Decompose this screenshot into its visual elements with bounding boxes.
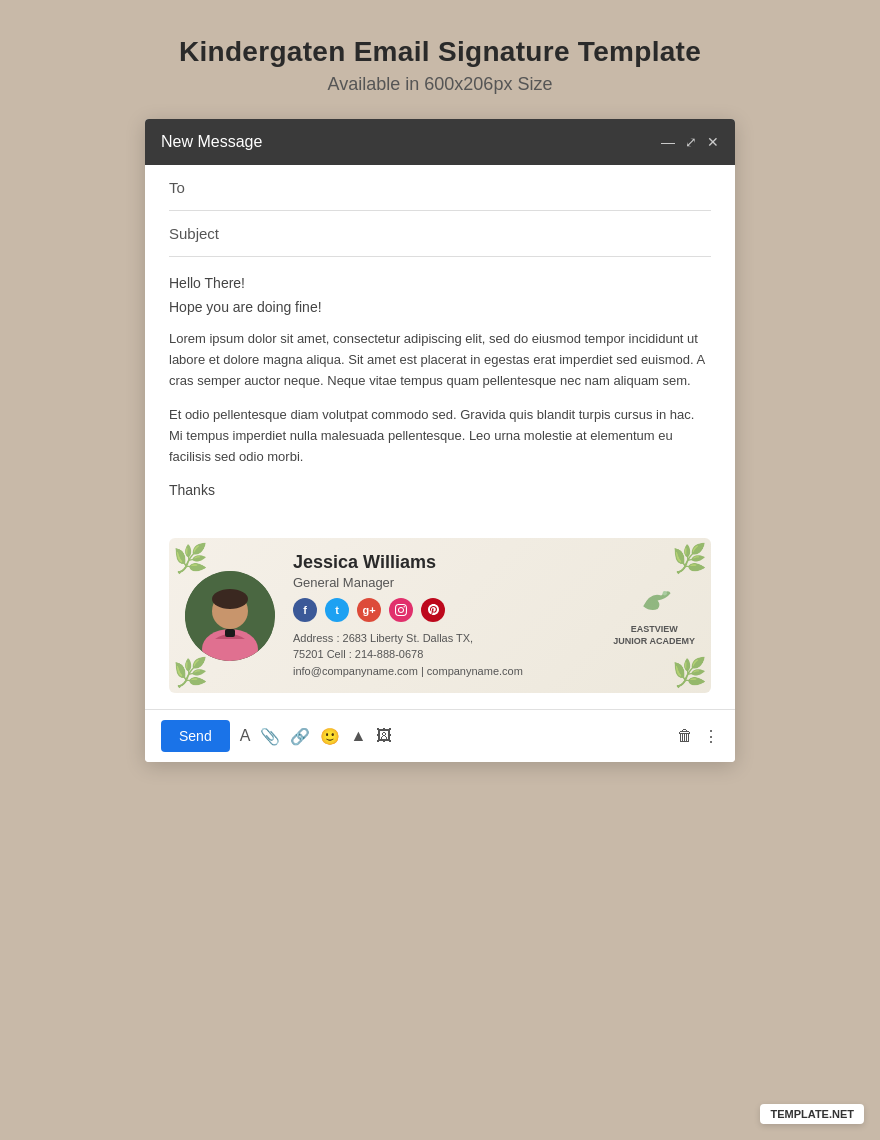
drive-icon[interactable]: ▲	[350, 727, 366, 745]
instagram-icon[interactable]	[389, 598, 413, 622]
page-subtitle: Available in 600x206px Size	[179, 74, 701, 95]
link-icon[interactable]: 🔗	[290, 727, 310, 746]
attach-file-icon[interactable]: 📎	[260, 727, 280, 746]
googleplus-icon[interactable]: g+	[357, 598, 381, 622]
bird-icon	[613, 584, 695, 620]
signature-info: Jessica Williams General Manager f t g+	[293, 552, 603, 680]
send-button[interactable]: Send	[161, 720, 230, 752]
template-badge: TEMPLATE.NET	[760, 1104, 864, 1124]
signature-logo-area: EASTVIEWJUNIOR ACADEMY	[613, 584, 695, 647]
subject-label: Subject	[169, 225, 219, 242]
format-text-icon[interactable]: A	[240, 727, 251, 745]
delete-icon[interactable]: 🗑	[677, 727, 693, 745]
address-line1: Address : 2683 Liberty St. Dallas TX,	[293, 632, 473, 644]
decor-top-left-icon: 🌿	[173, 542, 208, 575]
close-icon[interactable]: ✕	[707, 135, 719, 149]
signature-photo	[185, 571, 275, 661]
twitter-icon[interactable]: t	[325, 598, 349, 622]
email-paragraph1: Lorem ipsum dolor sit amet, consectetur …	[169, 329, 711, 391]
svg-point-5	[663, 591, 667, 595]
svg-rect-4	[225, 629, 235, 637]
minimize-icon[interactable]: —	[661, 135, 675, 149]
email-body: To Subject Hello There! Hope you are doi…	[145, 165, 735, 693]
address-line2: 75201 Cell : 214-888-0678	[293, 648, 423, 660]
email-titlebar-title: New Message	[161, 133, 262, 151]
signature-job-title: General Manager	[293, 575, 603, 590]
email-subgreeting: Hope you are doing fine!	[169, 299, 711, 315]
toolbar-right: 🗑 ⋮	[677, 727, 719, 746]
signature-address: Address : 2683 Liberty St. Dallas TX, 75…	[293, 630, 603, 680]
pinterest-icon[interactable]	[421, 598, 445, 622]
subject-field[interactable]: Subject	[169, 211, 711, 257]
maximize-icon[interactable]: ⤢	[685, 135, 697, 149]
signature-name: Jessica Williams	[293, 552, 603, 573]
sig-logo-label: EASTVIEWJUNIOR ACADEMY	[613, 624, 695, 647]
email-window: New Message — ⤢ ✕ To Subject Hello There…	[145, 119, 735, 762]
emoji-icon[interactable]: 🙂	[320, 727, 340, 746]
decor-bottom-right-icon: 🌿	[672, 656, 707, 689]
email-paragraph2: Et odio pellentesque diam volutpat commo…	[169, 405, 711, 467]
decor-top-right-icon: 🌿	[672, 542, 707, 575]
email-greeting: Hello There!	[169, 275, 711, 291]
decor-bottom-left-icon: 🌿	[173, 656, 208, 689]
to-field[interactable]: To	[169, 165, 711, 211]
signature-banner: 🌿 🌿 🌿 🌿	[169, 538, 711, 694]
email-toolbar: Send A 📎 🔗 🙂 ▲ 🖼 🗑 ⋮	[145, 709, 735, 762]
toolbar-left: Send A 📎 🔗 🙂 ▲ 🖼	[161, 720, 392, 752]
image-icon[interactable]: 🖼	[376, 727, 392, 745]
page-title: Kindergaten Email Signature Template	[179, 36, 701, 68]
more-options-icon[interactable]: ⋮	[703, 727, 719, 746]
page-header: Kindergaten Email Signature Template Ava…	[159, 0, 721, 119]
facebook-icon[interactable]: f	[293, 598, 317, 622]
svg-point-3	[212, 589, 248, 609]
email-titlebar: New Message — ⤢ ✕	[145, 119, 735, 165]
titlebar-controls: — ⤢ ✕	[661, 135, 719, 149]
address-line3: info@companyname.com | companyname.com	[293, 665, 523, 677]
email-thanks: Thanks	[169, 482, 711, 498]
email-content-area: Hello There! Hope you are doing fine! Lo…	[169, 257, 711, 528]
to-label: To	[169, 179, 185, 196]
signature-social: f t g+	[293, 598, 603, 622]
